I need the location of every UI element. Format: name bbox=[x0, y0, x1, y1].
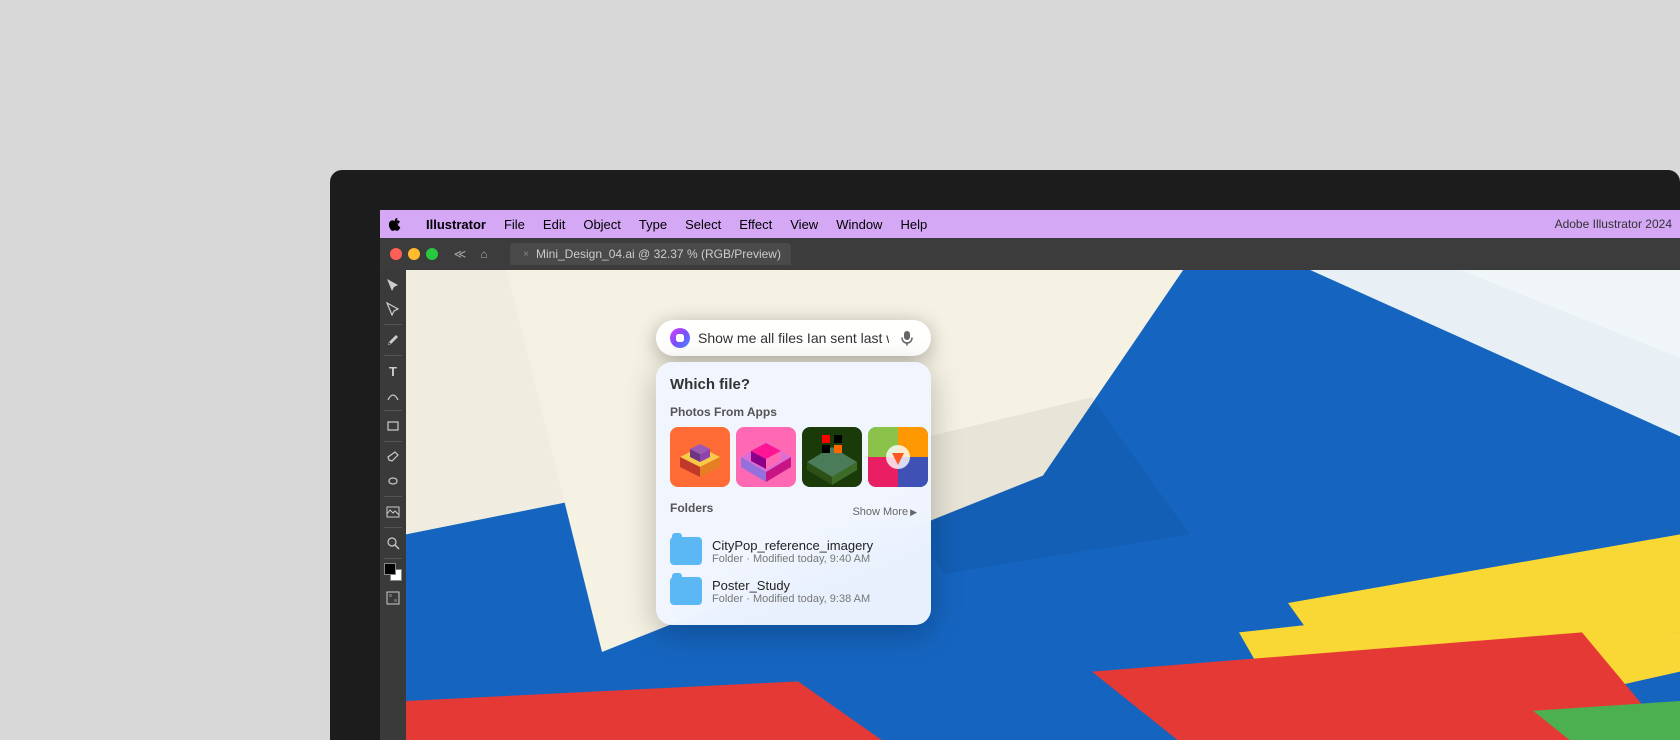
folder-info-1: CityPop_reference_imagery Folder · Modif… bbox=[712, 538, 917, 565]
warp-tool-button[interactable] bbox=[382, 470, 404, 492]
results-panel: Which file? Photos From Apps bbox=[656, 362, 931, 625]
back-icon[interactable]: ≪ bbox=[450, 244, 470, 264]
siri-search-overlay: Which file? Photos From Apps bbox=[656, 320, 931, 625]
select-tool-button[interactable] bbox=[382, 274, 404, 296]
canvas-area: Which file? Photos From Apps bbox=[406, 270, 1680, 740]
photos-grid bbox=[670, 427, 917, 487]
zoom-tool-button[interactable] bbox=[382, 532, 404, 554]
photo-thumbnail-4[interactable] bbox=[868, 427, 928, 487]
toolbar-separator-7 bbox=[384, 558, 402, 559]
eyedropper-tool-button[interactable] bbox=[382, 446, 404, 468]
home-icon[interactable]: ⌂ bbox=[474, 244, 494, 264]
menu-window[interactable]: Window bbox=[828, 215, 890, 234]
toolbar-separator-3 bbox=[384, 410, 402, 411]
folders-header: Folders Show More ▶ bbox=[670, 501, 917, 523]
photo-thumbnail-1[interactable] bbox=[670, 427, 730, 487]
canvas-illustration bbox=[406, 270, 1680, 740]
menu-bar: Illustrator File Edit Object Type Select… bbox=[380, 210, 1680, 238]
apple-menu[interactable] bbox=[388, 217, 402, 231]
toolbar-separator-5 bbox=[384, 496, 402, 497]
pen-tool-button[interactable] bbox=[382, 329, 404, 351]
siri-icon bbox=[670, 328, 690, 348]
direct-select-tool-button[interactable] bbox=[382, 298, 404, 320]
toolbar-separator-1 bbox=[384, 324, 402, 325]
menu-object[interactable]: Object bbox=[575, 215, 629, 234]
left-toolbar: T bbox=[380, 270, 406, 740]
menu-illustrator[interactable]: Illustrator bbox=[418, 215, 494, 234]
siri-icon-inner bbox=[676, 334, 684, 342]
close-button[interactable] bbox=[390, 248, 402, 260]
photo-thumbnail-3[interactable] bbox=[802, 427, 862, 487]
arc-tool-button[interactable] bbox=[382, 384, 404, 406]
folder-name-1: CityPop_reference_imagery bbox=[712, 538, 917, 553]
menu-type[interactable]: Type bbox=[631, 215, 675, 234]
app-version-label: Adobe Illustrator 2024 bbox=[1555, 217, 1672, 231]
photos-section-header: Photos From Apps bbox=[670, 405, 917, 419]
rect-tool-button[interactable] bbox=[382, 415, 404, 437]
show-more-label: Show More bbox=[852, 506, 908, 518]
app-window: Illustrator File Edit Object Type Select… bbox=[380, 210, 1680, 740]
menu-view[interactable]: View bbox=[782, 215, 826, 234]
toolbar-separator-2 bbox=[384, 355, 402, 356]
folder-meta-2: Folder · Modified today, 9:38 AM bbox=[712, 593, 917, 605]
menu-help[interactable]: Help bbox=[892, 215, 935, 234]
main-area: T bbox=[380, 270, 1680, 740]
show-more-icon: ▶ bbox=[910, 507, 917, 518]
menu-select[interactable]: Select bbox=[677, 215, 729, 234]
show-more-button[interactable]: Show More ▶ bbox=[852, 506, 917, 518]
search-input-container[interactable] bbox=[656, 320, 931, 356]
minimize-button[interactable] bbox=[408, 248, 420, 260]
type-tool-button[interactable]: T bbox=[382, 360, 404, 382]
tab-label: Mini_Design_04.ai @ 32.37 % (RGB/Preview… bbox=[536, 247, 781, 261]
toolbar-separator-6 bbox=[384, 527, 402, 528]
search-input[interactable] bbox=[698, 330, 889, 346]
menu-bar-items: Illustrator File Edit Object Type Select… bbox=[418, 215, 935, 234]
tab-close-icon[interactable]: × bbox=[520, 248, 532, 260]
photo-thumbnail-2[interactable] bbox=[736, 427, 796, 487]
image-tool-button[interactable] bbox=[382, 501, 404, 523]
foreground-color-swatch bbox=[384, 563, 396, 575]
results-title: Which file? bbox=[670, 376, 917, 393]
maximize-button[interactable] bbox=[426, 248, 438, 260]
tab-bar: × Mini_Design_04.ai @ 32.37 % (RGB/Previ… bbox=[510, 243, 791, 265]
folder-name-2: Poster_Study bbox=[712, 578, 917, 593]
color-swatches[interactable] bbox=[384, 563, 402, 581]
folders-section: Folders Show More ▶ CityPop_reference_im… bbox=[670, 501, 917, 611]
artboard-tool-button[interactable] bbox=[382, 587, 404, 609]
folder-meta-1: Folder · Modified today, 9:40 AM bbox=[712, 553, 917, 565]
title-bar: ≪ ⌂ × Mini_Design_04.ai @ 32.37 % (RGB/P… bbox=[380, 238, 1680, 270]
traffic-lights bbox=[390, 248, 438, 260]
document-tab[interactable]: × Mini_Design_04.ai @ 32.37 % (RGB/Previ… bbox=[510, 243, 791, 265]
folder-item-2[interactable]: Poster_Study Folder · Modified today, 9:… bbox=[670, 571, 917, 611]
menu-file[interactable]: File bbox=[496, 215, 533, 234]
folder-icon-1 bbox=[670, 537, 702, 565]
microphone-icon[interactable] bbox=[897, 328, 917, 348]
menu-edit[interactable]: Edit bbox=[535, 215, 573, 234]
title-bar-nav: ≪ ⌂ bbox=[450, 244, 494, 264]
folders-section-label: Folders bbox=[670, 501, 713, 515]
folder-info-2: Poster_Study Folder · Modified today, 9:… bbox=[712, 578, 917, 605]
menu-effect[interactable]: Effect bbox=[731, 215, 780, 234]
folder-icon-2 bbox=[670, 577, 702, 605]
toolbar-separator-4 bbox=[384, 441, 402, 442]
folder-item-1[interactable]: CityPop_reference_imagery Folder · Modif… bbox=[670, 531, 917, 571]
